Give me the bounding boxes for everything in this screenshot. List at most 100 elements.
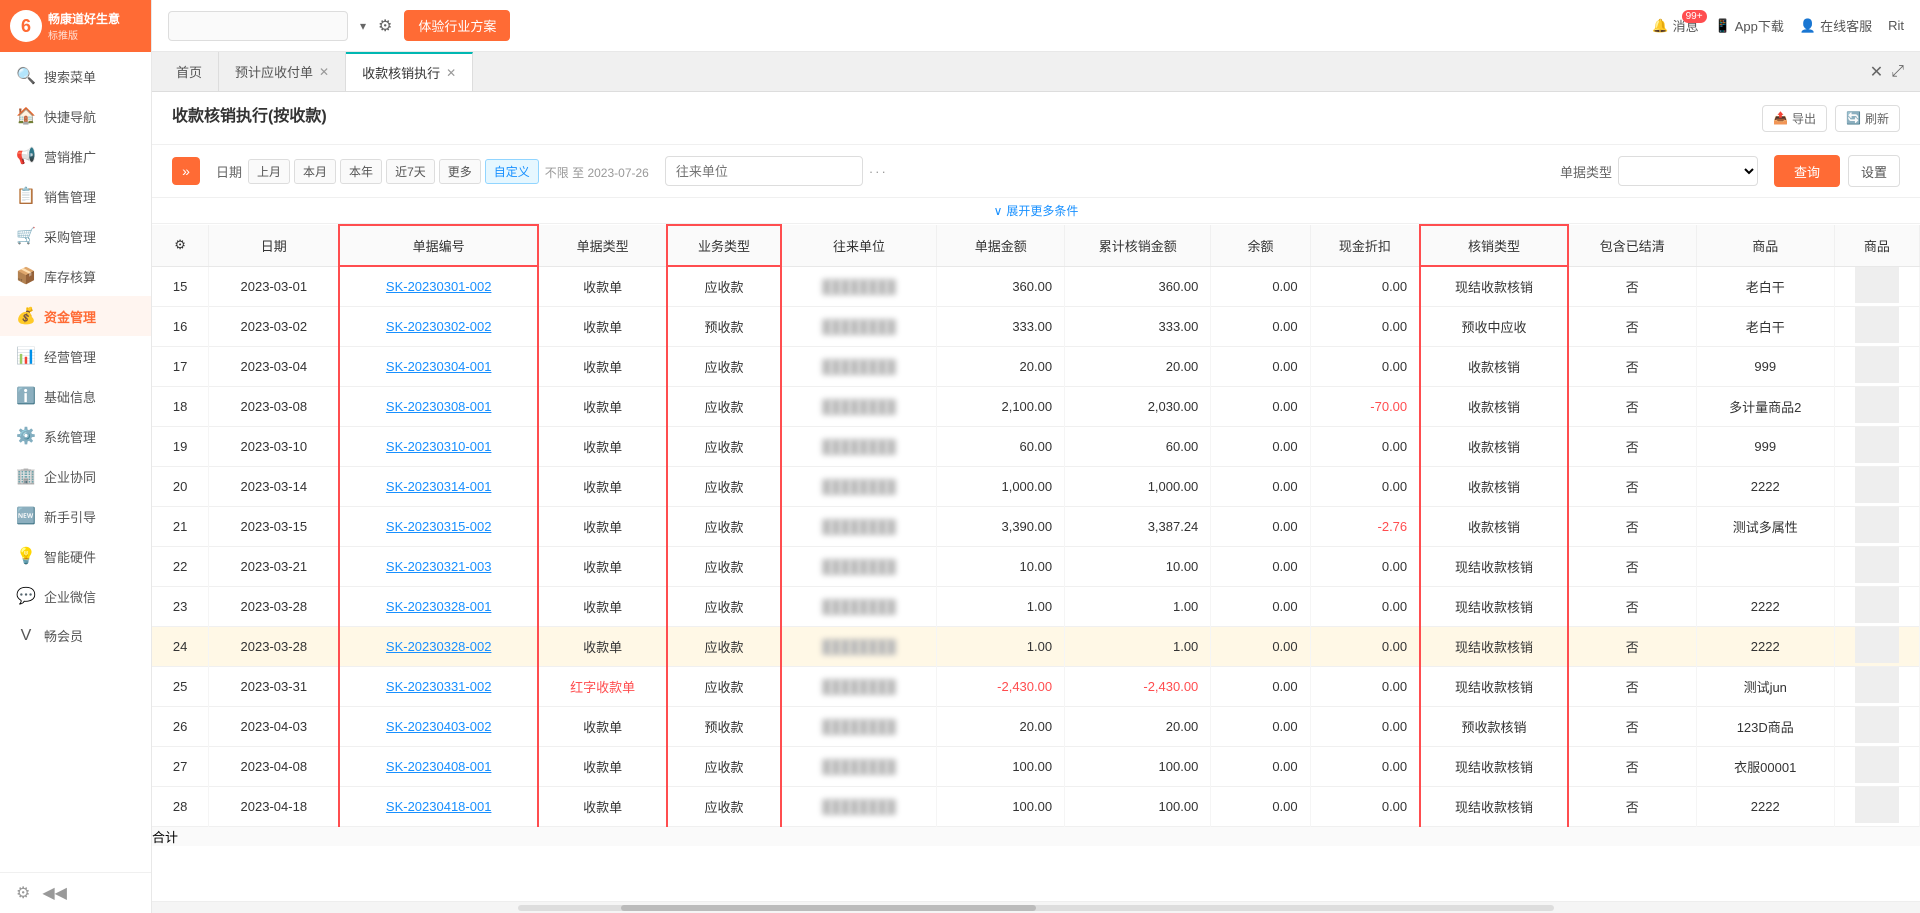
- footer-include: [1568, 826, 1696, 846]
- table-row[interactable]: 26 2023-04-03 SK-20230403-002 收款单 预收款 ██…: [152, 706, 1920, 746]
- table-row[interactable]: 27 2023-04-08 SK-20230408-001 收款单 应收款 ██…: [152, 746, 1920, 786]
- cell-amount: 1,000.00: [937, 466, 1065, 506]
- cell-discount: 0.00: [1310, 706, 1420, 746]
- settings-button[interactable]: 设置: [1848, 155, 1900, 187]
- sidebar-item-finance[interactable]: 💰资金管理: [0, 296, 151, 336]
- table-row[interactable]: 19 2023-03-10 SK-20230310-001 收款单 应收款 ██…: [152, 426, 1920, 466]
- query-button[interactable]: 查询: [1774, 155, 1840, 187]
- sidebar-item-purchase[interactable]: 🛒采购管理: [0, 216, 151, 256]
- table-row[interactable]: 17 2023-03-04 SK-20230304-001 收款单 应收款 ██…: [152, 346, 1920, 386]
- table-row[interactable]: 18 2023-03-08 SK-20230308-001 收款单 应收款 ██…: [152, 386, 1920, 426]
- partner-input[interactable]: [665, 156, 863, 186]
- filter-toggle-button[interactable]: »: [172, 157, 200, 185]
- app-download-link[interactable]: 📱 App下载: [1715, 16, 1784, 35]
- search-icon: 🔍: [16, 66, 36, 86]
- expand-conditions-button[interactable]: ∨ 展开更多条件: [994, 202, 1079, 219]
- table-row[interactable]: 25 2023-03-31 SK-20230331-002 红字收款单 应收款 …: [152, 666, 1920, 706]
- gear-icon[interactable]: ⚙: [378, 16, 392, 36]
- cell-biz: 应收款: [667, 346, 781, 386]
- date-opt-this-month[interactable]: 本月: [294, 159, 336, 184]
- cell-amount: 1.00: [937, 586, 1065, 626]
- cell-cancel-amount: 20.00: [1065, 706, 1211, 746]
- cell-biz: 应收款: [667, 666, 781, 706]
- sidebar-item-basic[interactable]: ℹ️基础信息: [0, 376, 151, 416]
- cell-partner: ████████: [781, 306, 937, 346]
- horizontal-scrollbar[interactable]: [152, 901, 1920, 913]
- guide-icon: 🆕: [16, 506, 36, 526]
- cell-cancel-amount: 1.00: [1065, 626, 1211, 666]
- user-menu[interactable]: Rit: [1888, 18, 1904, 33]
- main-area: ▾ ⚙ 体验行业方案 🔔 消息 99+ 📱 App下载 👤 在线客服 Rit: [152, 0, 1920, 913]
- table-row[interactable]: 23 2023-03-28 SK-20230328-001 收款单 应收款 ██…: [152, 586, 1920, 626]
- sidebar-item-inventory[interactable]: 📦库存核算: [0, 256, 151, 296]
- cell-balance: 0.00: [1211, 426, 1310, 466]
- table-row[interactable]: 22 2023-03-21 SK-20230321-003 收款单 应收款 ██…: [152, 546, 1920, 586]
- cell-date: 2023-04-18: [209, 786, 340, 826]
- topbar-right: 🔔 消息 99+ 📱 App下载 👤 在线客服 Rit: [1652, 16, 1904, 35]
- notification-button[interactable]: 🔔 消息 99+: [1652, 16, 1698, 35]
- cell-include: 否: [1568, 426, 1696, 466]
- col-header-cancel-type: 核销类型: [1420, 225, 1568, 266]
- cell-no: SK-20230301-002: [339, 266, 538, 306]
- collection-verify-tab-close[interactable]: ✕: [446, 66, 456, 80]
- cell-goods2: [1834, 706, 1919, 746]
- collapse-icon[interactable]: ◀◀: [42, 883, 67, 903]
- tab-collection-verify[interactable]: 收款核销执行 ✕: [346, 52, 473, 91]
- sidebar-item-operation[interactable]: 📊经营管理: [0, 336, 151, 376]
- table-row[interactable]: 20 2023-03-14 SK-20230314-001 收款单 应收款 ██…: [152, 466, 1920, 506]
- table-row[interactable]: 28 2023-04-18 SK-20230418-001 收款单 应收款 ██…: [152, 786, 1920, 826]
- date-opt-7days[interactable]: 近7天: [386, 159, 435, 184]
- cell-balance: 0.00: [1211, 586, 1310, 626]
- cell-balance: 0.00: [1211, 546, 1310, 586]
- cell-include: 否: [1568, 266, 1696, 306]
- cell-amount: 20.00: [937, 346, 1065, 386]
- cell-balance: 0.00: [1211, 706, 1310, 746]
- tab-pre-payment[interactable]: 预计应收付单 ✕: [219, 52, 346, 91]
- close-tab-icon[interactable]: ✕: [1870, 62, 1883, 82]
- table-row[interactable]: 21 2023-03-15 SK-20230315-002 收款单 应收款 ██…: [152, 506, 1920, 546]
- cell-goods2: [1834, 386, 1919, 426]
- date-opt-more[interactable]: 更多: [439, 159, 481, 184]
- tab-home[interactable]: 首页: [160, 52, 219, 91]
- settings-footer-icon[interactable]: ⚙: [16, 883, 30, 903]
- footer-goods2: [1834, 826, 1919, 846]
- receipt-type-label: 单据类型: [1560, 162, 1612, 181]
- pre-payment-tab-close[interactable]: ✕: [319, 65, 329, 79]
- tabbar: 首页 预计应收付单 ✕ 收款核销执行 ✕ ✕ ⤢: [152, 52, 1920, 92]
- footer-cancel-type: [1420, 826, 1568, 846]
- export-button[interactable]: 📤 导出: [1762, 105, 1827, 132]
- online-service-link[interactable]: 👤 在线客服: [1800, 16, 1872, 35]
- cell-goods: 测试jun: [1696, 666, 1834, 706]
- sidebar-item-member[interactable]: V畅会员: [0, 616, 151, 655]
- sidebar-item-hardware[interactable]: 💡智能硬件: [0, 536, 151, 576]
- cell-cancel-amount: 333.00: [1065, 306, 1211, 346]
- search-input[interactable]: [168, 11, 348, 41]
- table-row[interactable]: 24 2023-03-28 SK-20230328-002 收款单 应收款 ██…: [152, 626, 1920, 666]
- sidebar-item-guide[interactable]: 🆕新手引导: [0, 496, 151, 536]
- dropdown-arrow[interactable]: ▾: [360, 19, 366, 33]
- solution-button[interactable]: 体验行业方案: [404, 10, 510, 41]
- footer-discount: [1310, 826, 1420, 846]
- filter-action-buttons: 查询 设置: [1774, 155, 1900, 187]
- sidebar-item-enterprise[interactable]: 🏢企业协同: [0, 456, 151, 496]
- date-opt-custom[interactable]: 自定义: [485, 159, 539, 184]
- table-row[interactable]: 16 2023-03-02 SK-20230302-002 收款单 预收款 ██…: [152, 306, 1920, 346]
- refresh-button[interactable]: 🔄 刷新: [1835, 105, 1900, 132]
- cell-cancel-type: 现结收款核销: [1420, 626, 1568, 666]
- cell-idx: 19: [152, 426, 209, 466]
- sidebar-item-marketing[interactable]: 📢营销推广: [0, 136, 151, 176]
- date-opt-prev-month[interactable]: 上月: [248, 159, 290, 184]
- sidebar-item-search[interactable]: 🔍搜索菜单: [0, 56, 151, 96]
- sidebar-item-sales[interactable]: 📋销售管理: [0, 176, 151, 216]
- sidebar-item-wechat[interactable]: 💬企业微信: [0, 576, 151, 616]
- receipt-type-select[interactable]: [1618, 156, 1758, 186]
- sidebar-item-system[interactable]: ⚙️系统管理: [0, 416, 151, 456]
- sidebar-footer: ⚙ ◀◀: [0, 872, 151, 913]
- sidebar-item-quicknav[interactable]: 🏠快捷导航: [0, 96, 151, 136]
- col-header-goods2: 商品: [1834, 225, 1919, 266]
- cell-type: 收款单: [538, 306, 667, 346]
- date-opt-this-year[interactable]: 本年: [340, 159, 382, 184]
- expand-tab-icon[interactable]: ⤢: [1891, 63, 1904, 81]
- cell-discount: 0.00: [1310, 586, 1420, 626]
- table-row[interactable]: 15 2023-03-01 SK-20230301-002 收款单 应收款 ██…: [152, 266, 1920, 306]
